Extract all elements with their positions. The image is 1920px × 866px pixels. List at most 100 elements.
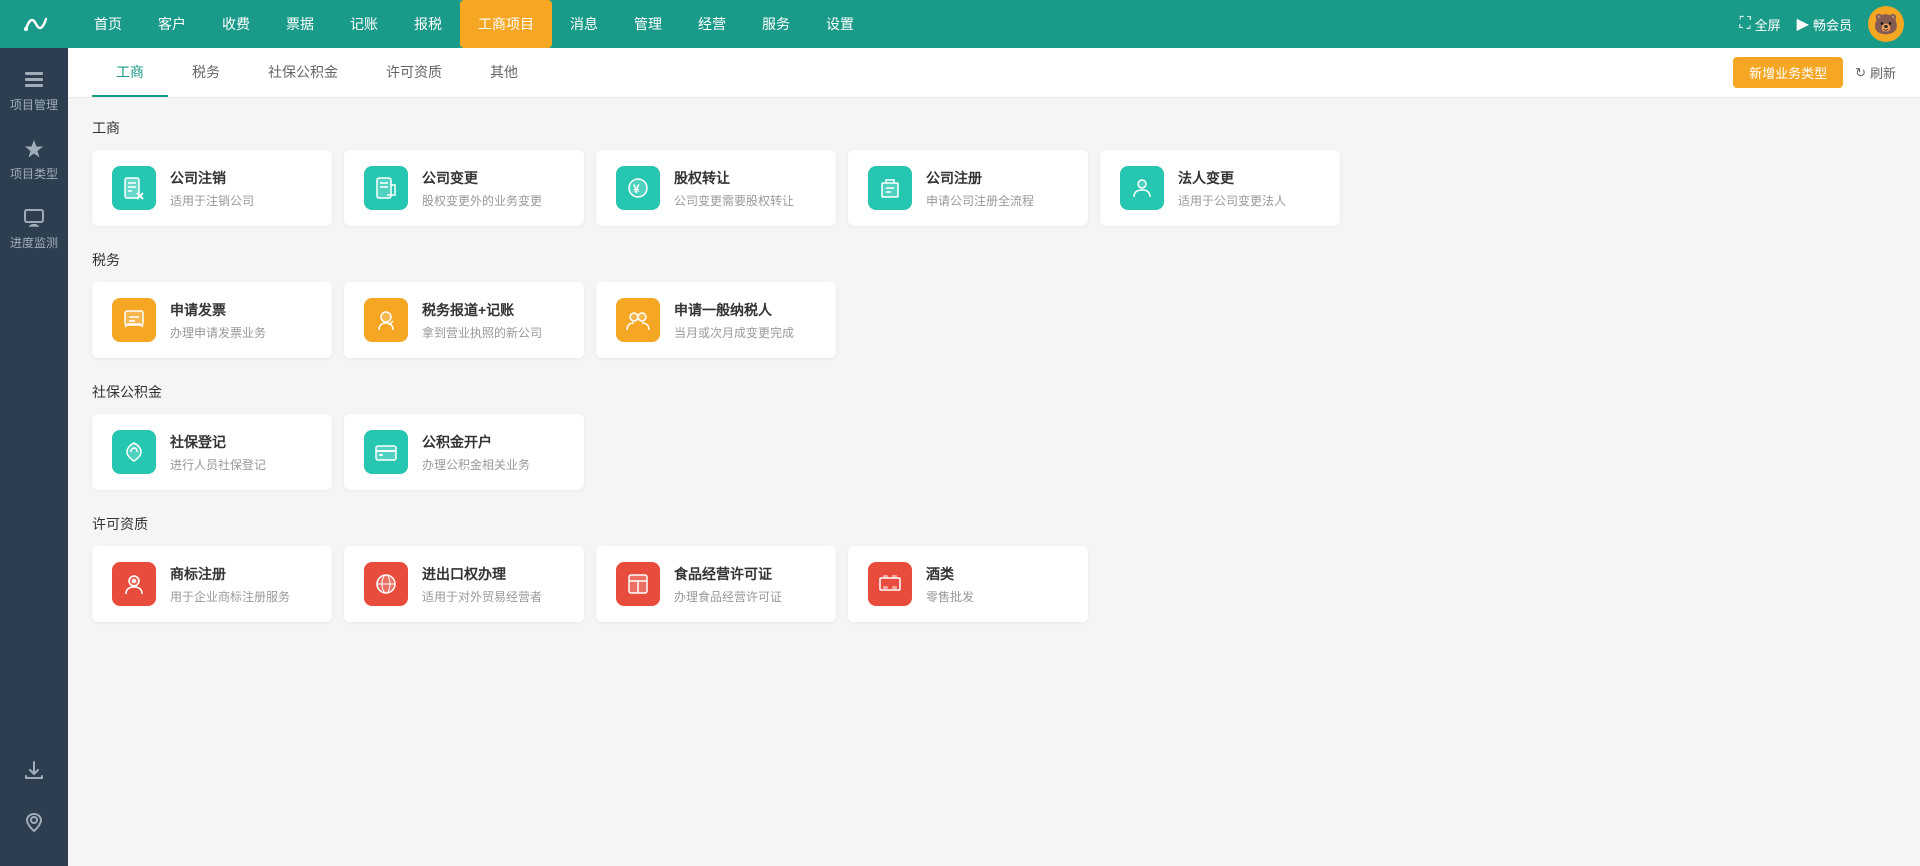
svg-text:¥: ¥ — [633, 182, 640, 196]
card-desc: 办理公积金相关业务 — [422, 456, 530, 473]
card-icon — [364, 166, 408, 210]
card-icon — [364, 562, 408, 606]
sidebar-item-location[interactable] — [0, 798, 68, 850]
card-icon — [112, 430, 156, 474]
sidebar-item-label: 进度监测 — [10, 234, 58, 251]
card-desc: 零售批发 — [926, 588, 974, 605]
fullscreen-button[interactable]: ⛶ 全屏 — [1739, 15, 1780, 34]
nav-item-首页[interactable]: 首页 — [76, 0, 140, 48]
section-title: 税务 — [92, 250, 1896, 270]
refresh-button[interactable]: ↻ 刷新 — [1855, 63, 1896, 82]
tab-社保公积金[interactable]: 社保公积金 — [244, 48, 362, 97]
card-食品经营许可证[interactable]: 食品经营许可证办理食品经营许可证 — [596, 546, 836, 622]
card-公司注销[interactable]: 公司注销适用于注销公司 — [92, 150, 332, 226]
card-desc: 适用于公司变更法人 — [1178, 192, 1286, 209]
card-title: 股权转让 — [674, 168, 794, 188]
sidebar-item-progress-monitor[interactable]: 进度监测 — [0, 194, 68, 263]
nav-right: ⛶ 全屏 ▶ 畅会员 🐻 — [1739, 6, 1904, 42]
section-title: 工商 — [92, 118, 1896, 138]
main-content: 工商税务社保公积金许可资质其他 新增业务类型 ↻ 刷新 工商公司注销适用于注销公… — [68, 48, 1920, 866]
list-icon — [22, 68, 46, 92]
card-商标注册[interactable]: 商标注册用于企业商标注册服务 — [92, 546, 332, 622]
top-navigation: 首页客户收费票据记账报税工商项目消息管理经营服务设置 ⛶ 全屏 ▶ 畅会员 🐻 — [0, 0, 1920, 48]
card-酒类[interactable]: 酒类零售批发 — [848, 546, 1088, 622]
card-desc: 拿到营业执照的新公司 — [422, 324, 542, 341]
card-title: 申请发票 — [170, 300, 266, 320]
card-title: 社保登记 — [170, 432, 266, 452]
card-icon — [868, 562, 912, 606]
sidebar-item-download[interactable] — [0, 746, 68, 798]
card-公司注册[interactable]: 公司注册申请公司注册全流程 — [848, 150, 1088, 226]
new-type-button[interactable]: 新增业务类型 — [1733, 57, 1843, 88]
card-icon: ¥ — [616, 166, 660, 210]
card-icon — [112, 166, 156, 210]
nav-item-服务[interactable]: 服务 — [744, 0, 808, 48]
card-法人变更[interactable]: 法人变更适用于公司变更法人 — [1100, 150, 1340, 226]
content-area: 工商公司注销适用于注销公司公司变更股权变更外的业务变更¥股权转让公司变更需要股权… — [68, 98, 1920, 866]
card-desc: 股权变更外的业务变更 — [422, 192, 542, 209]
nav-item-收费[interactable]: 收费 — [204, 0, 268, 48]
card-公司变更[interactable]: 公司变更股权变更外的业务变更 — [344, 150, 584, 226]
sidebar-item-label: 项目管理 — [10, 96, 58, 113]
tabs: 工商税务社保公积金许可资质其他 — [92, 48, 542, 97]
card-desc: 适用于注销公司 — [170, 192, 254, 209]
card-title: 税务报道+记账 — [422, 300, 542, 320]
tab-许可资质[interactable]: 许可资质 — [362, 48, 466, 97]
card-icon — [868, 166, 912, 210]
card-desc: 进行人员社保登记 — [170, 456, 266, 473]
card-进出口权办理[interactable]: 进出口权办理适用于对外贸易经营者 — [344, 546, 584, 622]
nav-item-票据[interactable]: 票据 — [268, 0, 332, 48]
card-税务报道+记账[interactable]: 税务报道+记账拿到营业执照的新公司 — [344, 282, 584, 358]
card-title: 公积金开户 — [422, 432, 530, 452]
card-股权转让[interactable]: ¥ 股权转让公司变更需要股权转让 — [596, 150, 836, 226]
card-社保登记[interactable]: 社保登记进行人员社保登记 — [92, 414, 332, 490]
cards-grid: 社保登记进行人员社保登记公积金开户办理公积金相关业务 — [92, 414, 1896, 490]
vip-button[interactable]: ▶ 畅会员 — [1797, 14, 1852, 34]
tab-bar: 工商税务社保公积金许可资质其他 新增业务类型 ↻ 刷新 — [68, 48, 1920, 98]
logo — [16, 4, 56, 44]
nav-item-工商项目[interactable]: 工商项目 — [460, 0, 552, 48]
card-desc: 用于企业商标注册服务 — [170, 588, 290, 605]
sidebar-item-project-management[interactable]: 项目管理 — [0, 56, 68, 125]
tab-工商[interactable]: 工商 — [92, 48, 168, 97]
star-icon — [22, 137, 46, 161]
avatar[interactable]: 🐻 — [1868, 6, 1904, 42]
section-社保公积金: 社保公积金社保登记进行人员社保登记公积金开户办理公积金相关业务 — [92, 382, 1896, 490]
section-工商: 工商公司注销适用于注销公司公司变更股权变更外的业务变更¥股权转让公司变更需要股权… — [92, 118, 1896, 226]
nav-item-管理[interactable]: 管理 — [616, 0, 680, 48]
location-icon — [22, 810, 46, 834]
nav-item-经营[interactable]: 经营 — [680, 0, 744, 48]
card-desc: 办理申请发票业务 — [170, 324, 266, 341]
nav-item-消息[interactable]: 消息 — [552, 0, 616, 48]
card-icon — [616, 298, 660, 342]
nav-item-报税[interactable]: 报税 — [396, 0, 460, 48]
section-title: 社保公积金 — [92, 382, 1896, 402]
nav-item-客户[interactable]: 客户 — [140, 0, 204, 48]
card-icon — [112, 562, 156, 606]
card-申请一般纳税人[interactable]: 申请一般纳税人当月或次月成变更完成 — [596, 282, 836, 358]
card-icon — [364, 430, 408, 474]
card-申请发票[interactable]: 申请发票办理申请发票业务 — [92, 282, 332, 358]
card-desc: 申请公司注册全流程 — [926, 192, 1034, 209]
nav-item-设置[interactable]: 设置 — [808, 0, 872, 48]
card-title: 公司注册 — [926, 168, 1034, 188]
card-title: 申请一般纳税人 — [674, 300, 794, 320]
card-title: 法人变更 — [1178, 168, 1286, 188]
tab-税务[interactable]: 税务 — [168, 48, 244, 97]
card-title: 进出口权办理 — [422, 564, 542, 584]
tab-其他[interactable]: 其他 — [466, 48, 542, 97]
section-税务: 税务申请发票办理申请发票业务税务报道+记账拿到营业执照的新公司申请一般纳税人当月… — [92, 250, 1896, 358]
cards-grid: 公司注销适用于注销公司公司变更股权变更外的业务变更¥股权转让公司变更需要股权转让… — [92, 150, 1896, 226]
card-title: 公司变更 — [422, 168, 542, 188]
card-desc: 公司变更需要股权转让 — [674, 192, 794, 209]
card-icon — [364, 298, 408, 342]
cards-grid: 申请发票办理申请发票业务税务报道+记账拿到营业执照的新公司申请一般纳税人当月或次… — [92, 282, 1896, 358]
card-desc: 适用于对外贸易经营者 — [422, 588, 542, 605]
tab-actions: 新增业务类型 ↻ 刷新 — [1733, 57, 1896, 88]
card-公积金开户[interactable]: 公积金开户办理公积金相关业务 — [344, 414, 584, 490]
nav-item-记账[interactable]: 记账 — [332, 0, 396, 48]
download-icon — [22, 758, 46, 782]
sidebar-item-project-type[interactable]: 项目类型 — [0, 125, 68, 194]
card-desc: 办理食品经营许可证 — [674, 588, 782, 605]
card-title: 食品经营许可证 — [674, 564, 782, 584]
